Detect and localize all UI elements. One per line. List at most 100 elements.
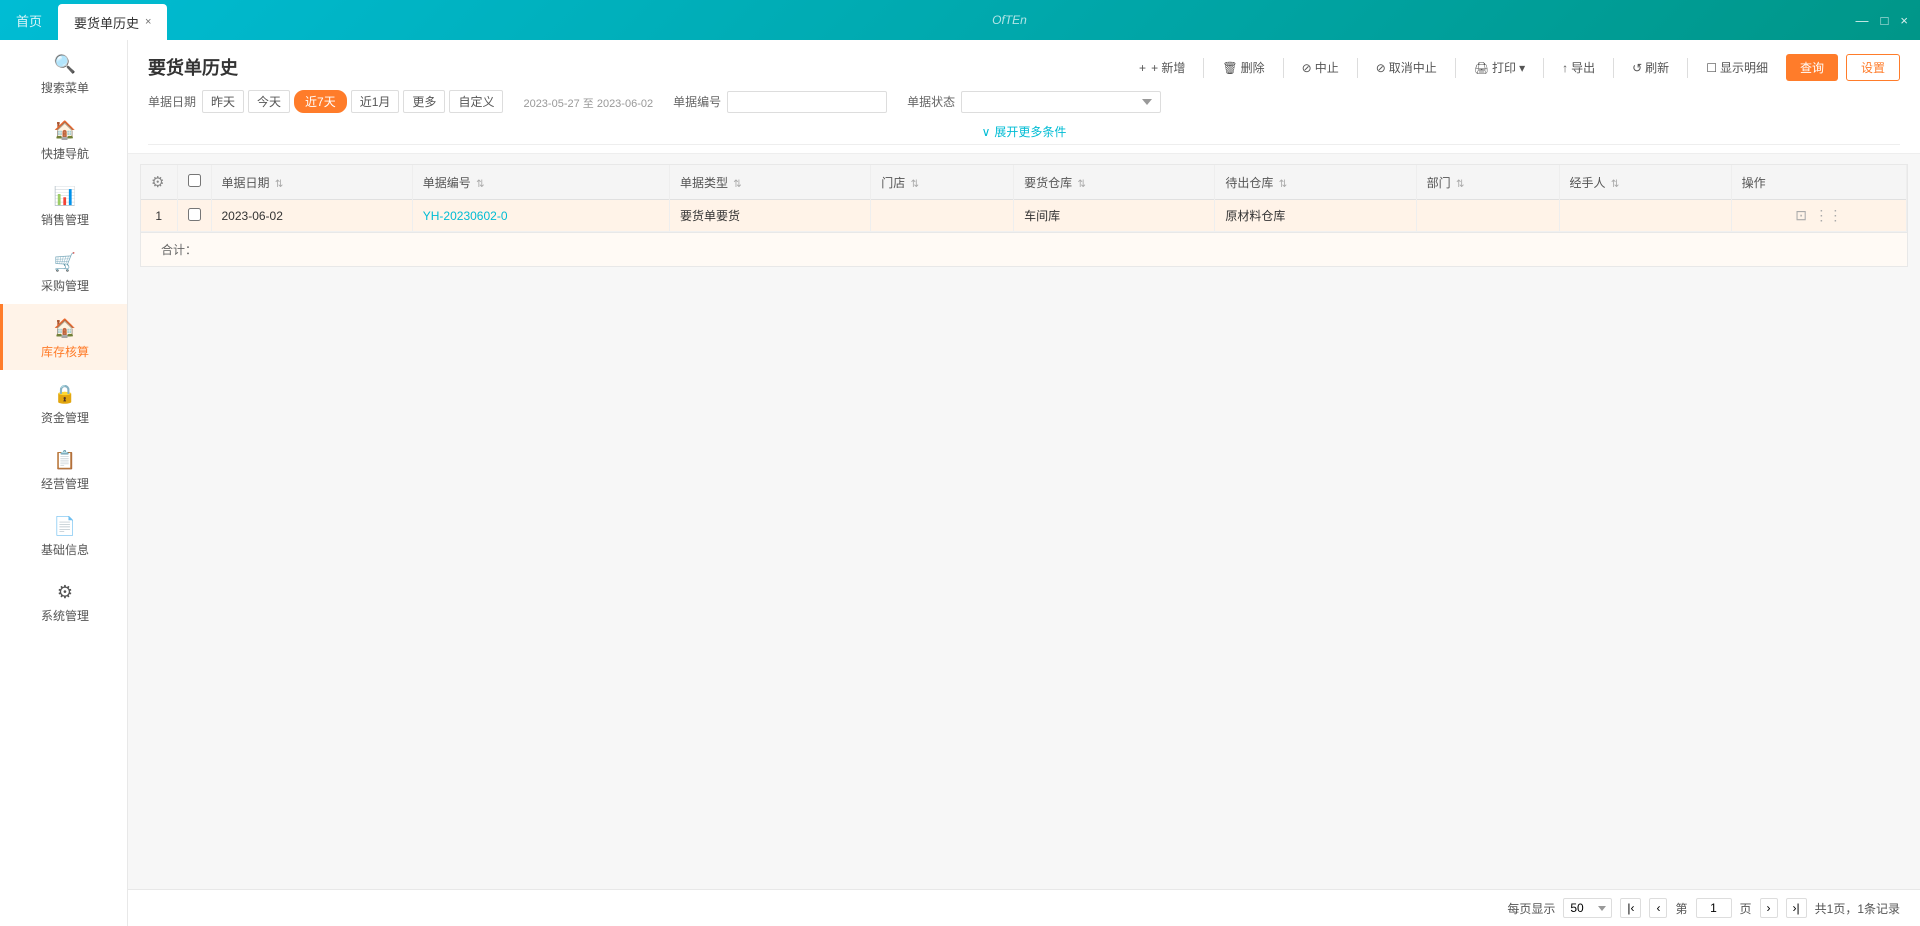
sidebar-item-search[interactable]: 🔍 搜索菜单: [0, 40, 127, 106]
sidebar-item-operations[interactable]: 📋 经营管理: [0, 436, 127, 502]
col-out-warehouse-label: 待出仓库: [1225, 176, 1273, 190]
tab-requisition-label: 要货单历史: [74, 13, 139, 32]
sidebar-item-nav[interactable]: 🏠 快捷导航: [0, 106, 127, 172]
col-req-warehouse[interactable]: 要货仓库 ⇅: [1014, 165, 1215, 200]
divider-3: [1357, 58, 1358, 78]
sidebar: 🔍 搜索菜单 🏠 快捷导航 📊 销售管理 🛒 采购管理 🏠 库存核算 🔒 资金管…: [0, 40, 128, 926]
cancel-stop-button[interactable]: ⊘ 取消中止: [1366, 54, 1447, 81]
sidebar-item-finance[interactable]: 🔒 资金管理: [0, 370, 127, 436]
next-page-button[interactable]: ›: [1760, 898, 1778, 918]
setting-button[interactable]: 设置: [1846, 54, 1900, 81]
col-store-label: 门店: [881, 176, 905, 190]
row-checkbox-cell[interactable]: [177, 200, 211, 232]
col-dept[interactable]: 部门 ⇅: [1416, 165, 1559, 200]
new-button[interactable]: + + 新增: [1129, 54, 1195, 81]
row-docno[interactable]: YH-20230602-0: [412, 200, 669, 232]
column-settings-icon[interactable]: ⚙: [151, 174, 164, 191]
date-btn-more[interactable]: 更多: [403, 90, 445, 113]
page-size-label: 每页显示: [1507, 900, 1555, 917]
settings-col-header[interactable]: ⚙: [141, 165, 177, 200]
sidebar-item-base-info[interactable]: 📄 基础信息: [0, 502, 127, 568]
expand-conditions-button[interactable]: ∨ 展开更多条件: [982, 117, 1067, 140]
doc-no-input[interactable]: [727, 91, 887, 113]
checkbox-icon: ☐: [1706, 61, 1717, 75]
print-button[interactable]: 🖨 打印 ▾: [1464, 54, 1535, 81]
page-title: 要货单历史: [148, 54, 238, 80]
home-icon: 🏠: [54, 120, 76, 141]
inventory-icon: 🏠: [54, 318, 76, 339]
col-out-warehouse[interactable]: 待出仓库 ⇅: [1215, 165, 1416, 200]
page-header: 要货单历史 + + 新增 🗑 删除 ⊘ 中止: [128, 40, 1920, 154]
col-handler[interactable]: 经手人 ⇅: [1559, 165, 1731, 200]
sidebar-item-inventory[interactable]: 🏠 库存核算: [0, 304, 127, 370]
sidebar-label-inventory: 库存核算: [41, 343, 89, 360]
page-size-select[interactable]: 50 10 20 100: [1563, 898, 1612, 918]
sort-icon-dept: ⇅: [1456, 179, 1464, 190]
date-btn-1month[interactable]: 近1月: [351, 90, 400, 113]
row-handler: [1559, 200, 1731, 232]
date-btn-today[interactable]: 今天: [248, 90, 290, 113]
col-docno[interactable]: 单据编号 ⇅: [412, 165, 669, 200]
minimize-icon[interactable]: —: [1856, 13, 1869, 28]
stop-button[interactable]: ⊘ 中止: [1292, 54, 1349, 81]
sort-icon-type: ⇅: [733, 179, 741, 190]
refresh-button[interactable]: ↺ 刷新: [1622, 54, 1679, 81]
sort-icon-handler: ⇅: [1611, 179, 1619, 190]
col-ops: 操作: [1731, 165, 1906, 200]
date-filter-group: 单据日期 昨天 今天 近7天 近1月 更多 自定义: [148, 90, 503, 113]
tab-close-icon[interactable]: ×: [145, 16, 151, 28]
display-detail-button[interactable]: ☐ 显示明细: [1696, 54, 1778, 81]
data-table: ⚙ 单据日期 ⇅ 单据编号 ⇅: [141, 165, 1907, 232]
refresh-icon: ↺: [1632, 61, 1642, 75]
export-button[interactable]: ↑ 导出: [1552, 54, 1605, 81]
status-select[interactable]: [961, 91, 1161, 113]
row-req-warehouse: 车间库: [1014, 200, 1215, 232]
page-number-input[interactable]: [1696, 898, 1732, 918]
toolbar: + + 新增 🗑 删除 ⊘ 中止 ⊘: [1129, 54, 1900, 81]
date-btn-yesterday[interactable]: 昨天: [202, 90, 244, 113]
col-docno-label: 单据编号: [423, 176, 471, 190]
operations-icon: 📋: [54, 450, 76, 471]
delete-icon: 🗑: [1222, 61, 1237, 75]
delete-button[interactable]: 🗑 删除: [1212, 54, 1274, 81]
row-checkbox[interactable]: [188, 208, 201, 221]
docno-link[interactable]: YH-20230602-0: [423, 209, 508, 223]
sidebar-item-sales[interactable]: 📊 销售管理: [0, 172, 127, 238]
tab-requisition-history[interactable]: 要货单历史 ×: [58, 4, 167, 40]
sidebar-item-system[interactable]: ⚙ 系统管理: [0, 568, 127, 634]
sidebar-label-search: 搜索菜单: [41, 79, 89, 96]
status-filter-group: 单据状态: [907, 91, 1161, 113]
sidebar-item-purchase[interactable]: 🛒 采购管理: [0, 238, 127, 304]
prev-page-button[interactable]: ‹: [1649, 898, 1667, 918]
sidebar-label-finance: 资金管理: [41, 409, 89, 426]
sort-icon-date: ⇅: [275, 179, 283, 190]
doc-no-filter-group: 单据编号: [673, 91, 887, 113]
col-handler-label: 经手人: [1570, 176, 1606, 190]
tab-home[interactable]: 首页: [0, 0, 58, 40]
col-date[interactable]: 单据日期 ⇅: [211, 165, 412, 200]
checkbox-col-header[interactable]: [177, 165, 211, 200]
print-icon: 🖨: [1474, 61, 1489, 75]
sidebar-label-purchase: 采购管理: [41, 277, 89, 294]
date-filter-label: 单据日期: [148, 93, 196, 110]
divider-2: [1283, 58, 1284, 78]
purchase-icon: 🛒: [54, 252, 76, 273]
maximize-icon[interactable]: □: [1881, 13, 1889, 28]
select-all-checkbox[interactable]: [188, 174, 201, 187]
first-page-button[interactable]: |‹: [1620, 898, 1641, 918]
query-button[interactable]: 查询: [1786, 54, 1838, 81]
col-type[interactable]: 单据类型 ⇅: [669, 165, 870, 200]
row-more-icon[interactable]: ⋮⋮: [1814, 207, 1842, 223]
last-page-button[interactable]: ›|: [1786, 898, 1807, 918]
sidebar-label-sales: 销售管理: [41, 211, 89, 228]
sort-icon-store: ⇅: [911, 179, 919, 190]
row-edit-icon[interactable]: ⊡: [1795, 207, 1807, 223]
top-bar: 首页 要货单历史 × OfTEn — □ ×: [0, 0, 1920, 40]
date-btn-custom[interactable]: 自定义: [449, 90, 503, 113]
tab-bar: 首页 要货单历史 ×: [0, 0, 167, 40]
page-summary: 共1页，1条记录: [1815, 900, 1900, 917]
date-btn-7days[interactable]: 近7天: [294, 90, 347, 113]
close-icon[interactable]: ×: [1900, 13, 1908, 28]
row-store: [871, 200, 1014, 232]
col-store[interactable]: 门店 ⇅: [871, 165, 1014, 200]
